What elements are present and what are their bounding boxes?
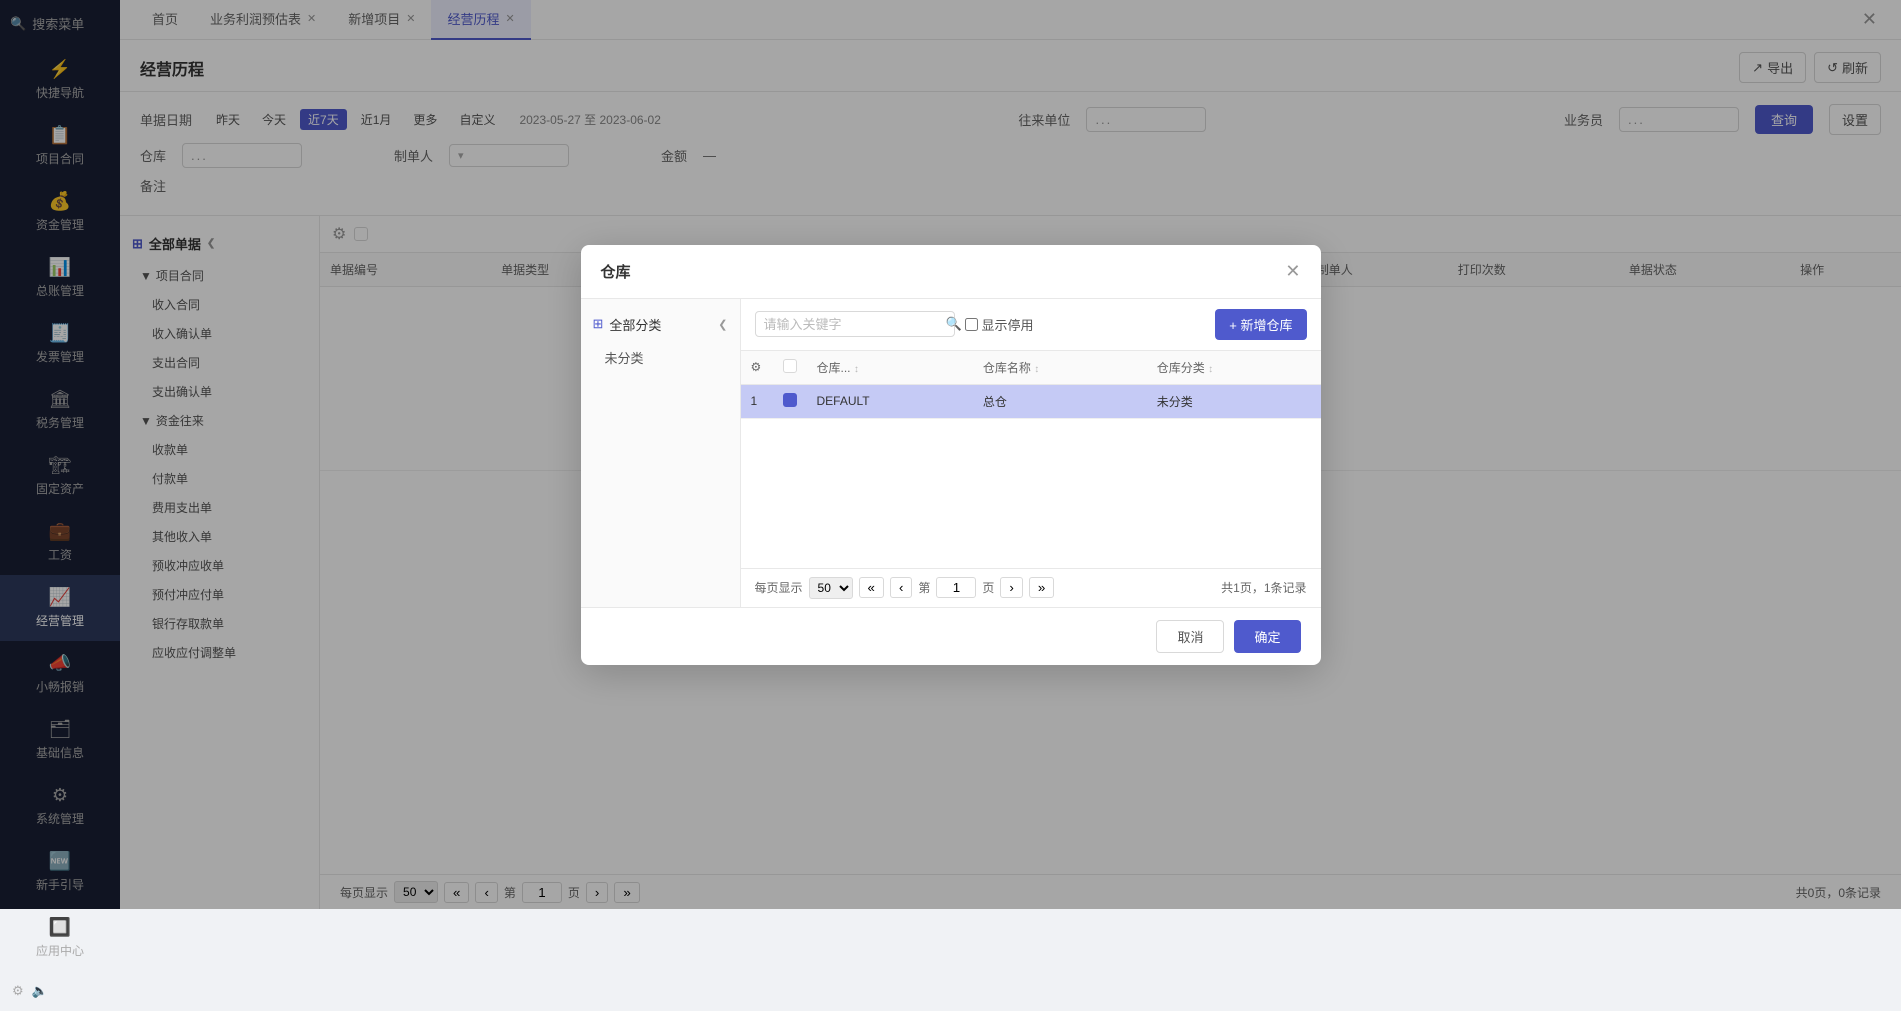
collapse-left-icon[interactable]: ❮ — [718, 318, 727, 331]
volume-icon[interactable]: 🔈 — [32, 983, 48, 999]
cancel-button[interactable]: 取消 — [1156, 620, 1224, 653]
modal-table-wrapper: ⚙ 仓库... ↕ 仓库名称 — [741, 351, 1321, 568]
app-center-icon: 🔲 — [49, 917, 71, 938]
row-category: 未分类 — [1147, 384, 1321, 418]
confirm-button[interactable]: 确定 — [1234, 620, 1300, 653]
modal-next-page[interactable]: › — [1000, 577, 1022, 598]
modal-toolbar: 🔍 显示停用 + 新增仓库 — [741, 299, 1321, 351]
row-checkbox — [773, 384, 807, 418]
warehouse-modal: 仓库 ✕ ⊞ 全部分类 ❮ 未分类 — [581, 245, 1321, 665]
row-select-checkbox[interactable] — [783, 393, 797, 407]
modal-close-icon[interactable]: ✕ — [1285, 262, 1300, 280]
sidebar-item-app-center[interactable]: 🔲 应用中心 — [0, 905, 120, 971]
settings-col-icon[interactable]: ⚙ — [751, 360, 762, 374]
modal-uncategorized-item[interactable]: 未分类 — [581, 340, 740, 375]
sidebar-bottom: ⚙ 🔈 — [0, 971, 120, 1011]
modal-right-panel: 🔍 显示停用 + 新增仓库 ⚙ — [741, 299, 1321, 607]
row-index: 1 — [741, 384, 773, 418]
row-name: 总仓 — [973, 384, 1147, 418]
modal-first-page[interactable]: « — [859, 577, 884, 598]
modal-header: 仓库 ✕ — [581, 245, 1321, 299]
col-warehouse-name: 仓库名称 ↕ — [973, 351, 1147, 385]
grid-icon-modal: ⊞ — [593, 316, 604, 332]
all-category-label: 全部分类 — [609, 315, 661, 334]
row-code: DEFAULT — [807, 384, 973, 418]
add-warehouse-button[interactable]: + 新增仓库 — [1215, 309, 1306, 340]
show-disabled-label: 显示停用 — [982, 315, 1034, 334]
select-all-modal-checkbox[interactable] — [783, 359, 797, 373]
sidebar-item-label: 应用中心 — [36, 942, 84, 959]
modal-search-input[interactable] — [764, 317, 940, 332]
modal-table: ⚙ 仓库... ↕ 仓库名称 — [741, 351, 1321, 419]
col-settings: ⚙ — [741, 351, 773, 385]
modal-footer-actions: 取消 确定 — [581, 607, 1321, 665]
modal-title: 仓库 — [601, 261, 631, 282]
search-icon: 🔍 — [946, 316, 962, 332]
show-disabled-checkbox-group[interactable]: 显示停用 — [965, 315, 1034, 334]
table-row[interactable]: 1 DEFAULT 总仓 未分类 — [741, 384, 1321, 418]
modal-total-info: 共1页，1条记录 — [1221, 579, 1306, 596]
show-disabled-checkbox[interactable] — [965, 318, 978, 331]
modal-body: ⊞ 全部分类 ❮ 未分类 🔍 显示停用 — [581, 299, 1321, 607]
col-checkbox — [773, 351, 807, 385]
modal-pagination: 每页显示 50 « ‹ 第 页 › » 共1页，1条记录 — [741, 568, 1321, 607]
modal-last-page[interactable]: » — [1029, 577, 1054, 598]
modal-pagination-controls: 每页显示 50 « ‹ 第 页 › » — [755, 577, 1055, 599]
modal-page-input[interactable] — [936, 577, 976, 598]
modal-prev-page[interactable]: ‹ — [890, 577, 912, 598]
col-warehouse-code: 仓库... ↕ — [807, 351, 973, 385]
page-suffix: 页 — [982, 579, 994, 596]
sort-icon: ↕ — [1208, 364, 1213, 375]
page-label: 第 — [918, 579, 930, 596]
settings-icon[interactable]: ⚙ — [12, 983, 24, 999]
modal-overlay[interactable]: 仓库 ✕ ⊞ 全部分类 ❮ 未分类 — [0, 0, 1901, 909]
modal-left-panel: ⊞ 全部分类 ❮ 未分类 — [581, 299, 741, 607]
sort-icon: ↕ — [854, 364, 859, 375]
modal-per-page-select[interactable]: 50 — [809, 577, 853, 599]
per-page-label: 每页显示 — [755, 579, 803, 596]
sort-icon: ↕ — [1034, 364, 1039, 375]
modal-search-box[interactable]: 🔍 — [755, 311, 955, 337]
modal-all-category[interactable]: ⊞ 全部分类 ❮ — [581, 309, 740, 340]
col-warehouse-category: 仓库分类 ↕ — [1147, 351, 1321, 385]
